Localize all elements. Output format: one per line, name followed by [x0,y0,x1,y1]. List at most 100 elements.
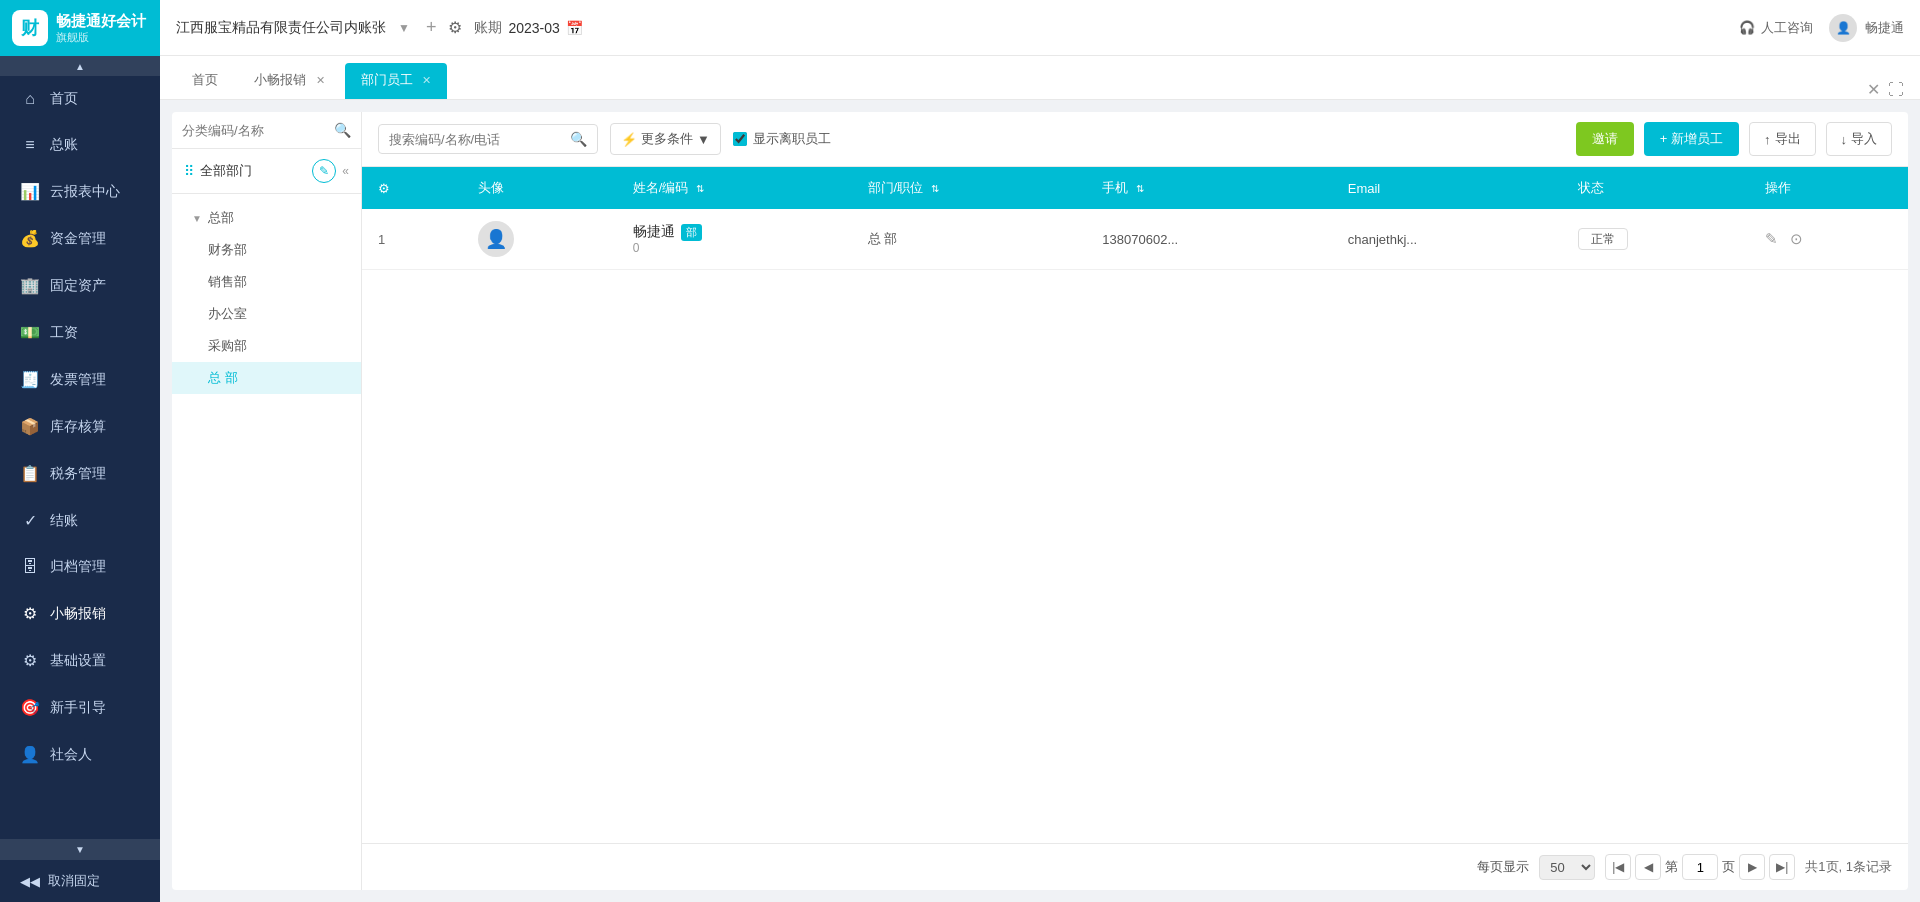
sidebar-item-label: 固定资产 [50,277,106,295]
close-period-icon: ✓ [20,511,40,530]
dept-search-icon[interactable]: 🔍 [334,122,351,138]
col-dept[interactable]: 部门/职位 ⇅ [852,167,1087,209]
dept-node-office[interactable]: 办公室 [172,298,361,330]
topbar-right: 🎧 人工咨询 👤 畅捷通 [1739,14,1904,42]
dept-search-input[interactable] [182,123,328,138]
sidebar-item-ledger[interactable]: ≡ 总账 [0,122,160,168]
col-name[interactable]: 姓名/编码 ⇅ [617,167,852,209]
sidebar-item-home[interactable]: ⌂ 首页 [0,76,160,122]
company-name: 江西服宝精品有限责任公司内账张 [176,19,386,37]
sidebar-item-label: 发票管理 [50,371,106,389]
user-menu[interactable]: 👤 畅捷通 [1829,14,1904,42]
export-button[interactable]: ↑ 导出 [1749,122,1816,156]
tab-expense[interactable]: 小畅报销 ✕ [238,63,341,99]
sidebar-item-salary[interactable]: 💵 工资 [0,309,160,356]
col-phone[interactable]: 手机 ⇅ [1086,167,1331,209]
user-name: 畅捷通 [1865,19,1904,37]
all-dept-label: 全部部门 [200,162,252,180]
import-button[interactable]: ↓ 导入 [1826,122,1893,156]
dept-header-actions: ✎ « [312,159,349,183]
next-page-btn[interactable]: ▶ [1739,854,1765,880]
sidebar-item-tax[interactable]: 📋 税务管理 [0,450,160,497]
export-label: 导出 [1775,130,1801,148]
tab-home[interactable]: 首页 [176,63,234,99]
import-label: 导入 [1851,130,1877,148]
sidebar-logo: 财 畅捷通好会计 旗舰版 [0,0,160,56]
sidebar-item-label: 基础设置 [50,652,106,670]
expand-icon[interactable]: ⛶ [1888,81,1904,99]
dept-search-bar: 🔍 [172,112,361,149]
last-page-btn[interactable]: ▶| [1769,854,1795,880]
emp-search-bar[interactable]: 🔍 [378,124,598,154]
sidebar-item-expense[interactable]: ⚙ 小畅报销 [0,590,160,637]
grid-icon: ⠿ [184,163,194,179]
logo-title: 畅捷通好会计 [56,12,146,30]
dept-node-finance[interactable]: 财务部 [172,234,361,266]
service-btn[interactable]: 🎧 人工咨询 [1739,19,1813,37]
home-icon: ⌂ [20,90,40,108]
topbar: 江西服宝精品有限责任公司内账张 ▼ + ⚙ 账期 2023-03 📅 🎧 人工咨… [160,0,1920,56]
sidebar-item-assets[interactable]: 🏢 固定资产 [0,262,160,309]
guide-icon: 🎯 [20,698,40,717]
sidebar-item-guide[interactable]: 🎯 新手引导 [0,684,160,731]
per-page-label: 每页显示 [1477,858,1529,876]
sidebar-item-archive[interactable]: 🗄 归档管理 [0,544,160,590]
sidebar-item-label: 新手引导 [50,699,106,717]
first-page-btn[interactable]: |◀ [1605,854,1631,880]
sidebar-item-reports[interactable]: 📊 云报表中心 [0,168,160,215]
sidebar-item-settings[interactable]: ⚙ 基础设置 [0,637,160,684]
invite-button[interactable]: 邀请 [1576,122,1634,156]
sidebar-item-invoice[interactable]: 🧾 发票管理 [0,356,160,403]
dept-header: ⠿ 全部部门 ✎ « [172,149,361,194]
prev-page-btn[interactable]: ◀ [1635,854,1661,880]
sort-dept-icon: ⇅ [931,183,939,194]
dept-node-root[interactable]: ▼ 总部 [172,202,361,234]
tab-dept-close-icon[interactable]: ✕ [422,74,431,86]
settings-gear-icon[interactable]: ⚙ [448,18,462,37]
sidebar-item-label: 资金管理 [50,230,106,248]
salary-icon: 💵 [20,323,40,342]
sidebar-item-funds[interactable]: 💰 资金管理 [0,215,160,262]
dept-node-general[interactable]: 总 部 [172,362,361,394]
emp-search-icon[interactable]: 🔍 [570,131,587,147]
tabbar: 首页 小畅报销 ✕ 部门员工 ✕ ✕ ⛶ [160,56,1920,100]
scroll-up-btn[interactable]: ▲ [0,56,160,76]
add-company-btn[interactable]: + [426,17,437,38]
table-footer: 每页显示 50 10 20 100 |◀ ◀ 第 页 ▶ ▶| 共1页, 1条记… [362,843,1908,890]
all-dept-label-group: ⠿ 全部部门 [184,162,252,180]
emp-search-input[interactable] [389,132,564,147]
sidebar-item-inventory[interactable]: 📦 库存核算 [0,403,160,450]
dept-finance-label: 财务部 [208,241,247,259]
tab-dept-emp[interactable]: 部门员工 ✕ [345,63,448,99]
right-panel: 🔍 ⚡ 更多条件 ▼ 显示离职员工 邀请 + 新增员工 [362,112,1908,890]
dept-node-sales[interactable]: 销售部 [172,266,361,298]
close-all-icon[interactable]: ✕ [1867,80,1880,99]
resigned-checkbox[interactable] [733,132,747,146]
edit-row-btn[interactable]: ✎ [1765,230,1778,248]
status-badge: 正常 [1578,228,1628,250]
reports-icon: 📊 [20,182,40,201]
scroll-down-btn[interactable]: ▼ [0,839,160,859]
add-emp-button[interactable]: + 新增员工 [1644,122,1739,156]
sidebar-item-close[interactable]: ✓ 结账 [0,497,160,544]
per-page-select[interactable]: 50 10 20 100 [1539,855,1595,880]
sidebar-item-label: 结账 [50,512,78,530]
period-label: 账期 [474,19,502,37]
page-input[interactable] [1682,854,1718,880]
dept-collapse-icon[interactable]: « [342,164,349,178]
sidebar-item-social[interactable]: 👤 社会人 [0,731,160,778]
more-filter-btn[interactable]: ⚡ 更多条件 ▼ [610,123,721,155]
emp-table: ⚙ 头像 姓名/编码 ⇅ 部门/职位 ⇅ [362,167,1908,270]
col-settings[interactable]: ⚙ [362,167,462,209]
company-dropdown-icon[interactable]: ▼ [398,21,410,35]
dept-node-purchase[interactable]: 采购部 [172,330,361,362]
calendar-icon[interactable]: 📅 [566,20,583,36]
tab-expense-close-icon[interactable]: ✕ [316,74,325,86]
arrow-icon: ▼ [192,213,202,224]
sidebar-item-label: 总账 [50,136,78,154]
cancel-fixed-btn[interactable]: ◀◀ 取消固定 [0,859,160,902]
logo-subtitle: 旗舰版 [56,30,146,45]
col-avatar: 头像 [462,167,617,209]
dept-edit-btn[interactable]: ✎ [312,159,336,183]
logout-row-btn[interactable]: ⊙ [1790,230,1803,248]
